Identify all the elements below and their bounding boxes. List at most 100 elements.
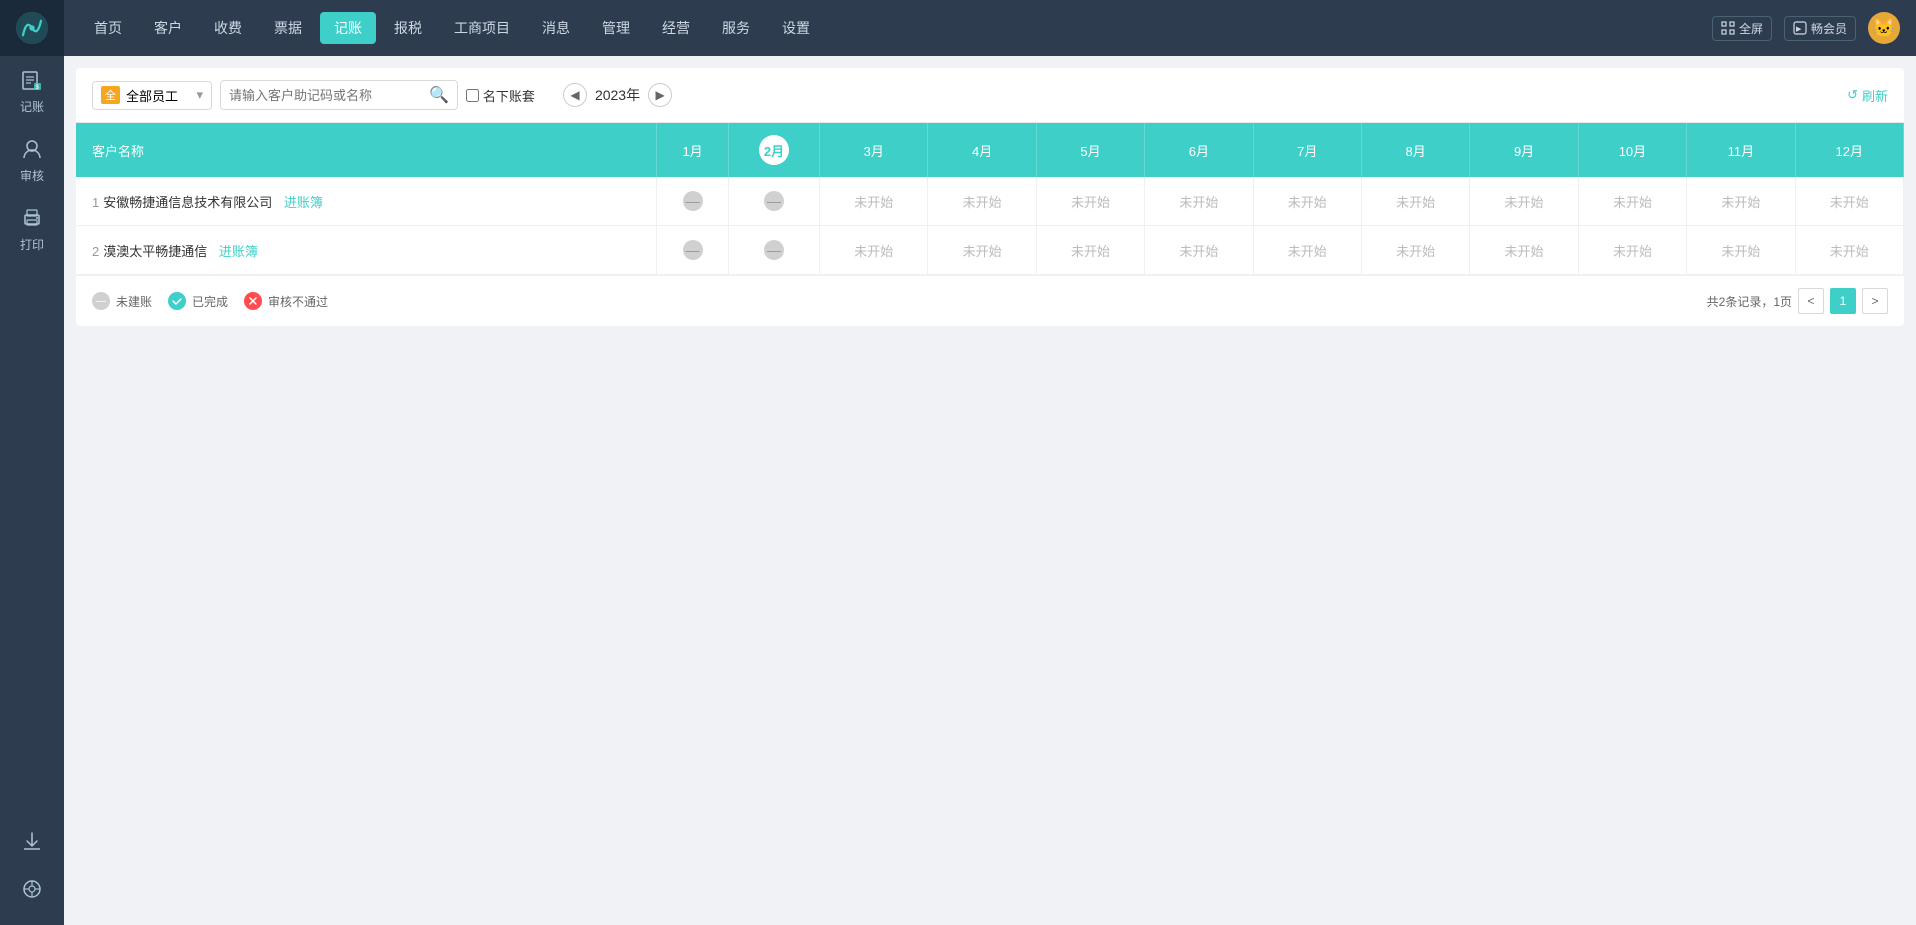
- cell-month-1: —: [657, 226, 729, 275]
- not-started-text: 未开始: [1396, 195, 1435, 210]
- col-may: 5月: [1036, 123, 1144, 177]
- sidebar-label-bookkeeping: 记账: [20, 98, 44, 115]
- sidebar-item-support[interactable]: [0, 865, 64, 913]
- employee-select[interactable]: 全 全部员工 ▾: [92, 81, 212, 110]
- employee-dropdown-icon: ▾: [196, 87, 203, 103]
- legend-completed: 已完成: [168, 292, 228, 310]
- dash-icon: —: [764, 191, 784, 211]
- nav-bookkeeping[interactable]: 记账: [320, 12, 376, 44]
- not-started-text: 未开始: [1505, 244, 1544, 259]
- not-started-text: 未开始: [1613, 195, 1652, 210]
- dash-icon: —: [764, 240, 784, 260]
- nav-operation[interactable]: 经营: [648, 12, 704, 44]
- search-button[interactable]: 🔍: [421, 81, 457, 109]
- page-1-button[interactable]: 1: [1830, 288, 1856, 314]
- legend-dot-teal: [168, 292, 186, 310]
- col-jun: 6月: [1145, 123, 1253, 177]
- cell-month-8: 未开始: [1361, 226, 1469, 275]
- cell-month-4: 未开始: [928, 226, 1036, 275]
- account-checkbox[interactable]: [466, 89, 479, 102]
- cell-month-10: 未开始: [1578, 226, 1686, 275]
- col-oct: 10月: [1578, 123, 1686, 177]
- app-logo: [0, 0, 64, 56]
- employee-label: 全部员工: [126, 86, 178, 105]
- vip-button[interactable]: ▶ 畅会员: [1784, 16, 1856, 41]
- svg-text:▶: ▶: [1796, 26, 1802, 33]
- nav-tax[interactable]: 报税: [380, 12, 436, 44]
- search-wrapper: 🔍: [220, 80, 458, 110]
- not-started-text: 未开始: [1830, 244, 1869, 259]
- year-next-button[interactable]: ▶: [648, 83, 672, 107]
- legend-dot-gray: —: [92, 292, 110, 310]
- row-num: 1: [92, 195, 99, 210]
- enter-link[interactable]: 进账簿: [215, 244, 258, 259]
- nav-home[interactable]: 首页: [80, 12, 136, 44]
- not-started-text: 未开始: [1613, 244, 1652, 259]
- refresh-button[interactable]: ↺ 刷新: [1847, 86, 1888, 105]
- not-started-text: 未开始: [1071, 244, 1110, 259]
- cell-month-9: 未开始: [1470, 177, 1578, 226]
- cell-name: 2漠澳太平畅捷通信 进账簿: [76, 226, 657, 275]
- fullscreen-button[interactable]: 全屏: [1712, 16, 1772, 41]
- prev-page-button[interactable]: <: [1798, 288, 1824, 314]
- nav-customer[interactable]: 客户: [140, 12, 196, 44]
- cell-month-3: 未开始: [820, 226, 928, 275]
- col-sep: 9月: [1470, 123, 1578, 177]
- user-avatar[interactable]: 🐱: [1868, 12, 1900, 44]
- nav-message[interactable]: 消息: [528, 12, 584, 44]
- cell-month-9: 未开始: [1470, 226, 1578, 275]
- sidebar: $ 记账 审核 打印: [0, 0, 64, 925]
- download-icon: [16, 827, 48, 855]
- not-started-text: 未开始: [963, 244, 1002, 259]
- cell-month-7: 未开始: [1253, 177, 1361, 226]
- table-row: 2漠澳太平畅捷通信 进账簿——未开始未开始未开始未开始未开始未开始未开始未开始未…: [76, 226, 1904, 275]
- cell-month-5: 未开始: [1036, 177, 1144, 226]
- nav-service[interactable]: 服务: [708, 12, 764, 44]
- sidebar-label-print: 打印: [20, 236, 44, 253]
- dash-icon: —: [683, 240, 703, 260]
- print-icon: [16, 204, 48, 232]
- legend-dot-red: [244, 292, 262, 310]
- sidebar-item-audit[interactable]: 审核: [0, 125, 64, 194]
- nav-settings[interactable]: 设置: [768, 12, 824, 44]
- sidebar-item-download[interactable]: [0, 817, 64, 865]
- enter-link[interactable]: 进账簿: [280, 195, 323, 210]
- cell-month-12: 未开始: [1795, 226, 1903, 275]
- not-started-text: 未开始: [963, 195, 1002, 210]
- pagination: 共2条记录，1页 < 1 >: [1707, 288, 1888, 314]
- nav-manage[interactable]: 管理: [588, 12, 644, 44]
- not-started-text: 未开始: [1071, 195, 1110, 210]
- refresh-icon: ↺: [1847, 87, 1858, 103]
- nav-business[interactable]: 工商项目: [440, 12, 524, 44]
- not-started-text: 未开始: [1505, 195, 1544, 210]
- legend-not-built: — 未建账: [92, 292, 152, 310]
- cell-month-6: 未开始: [1145, 226, 1253, 275]
- cell-month-8: 未开始: [1361, 177, 1469, 226]
- total-text: 共2条记录，1页: [1707, 293, 1792, 310]
- col-nov: 11月: [1687, 123, 1795, 177]
- cell-month-5: 未开始: [1036, 226, 1144, 275]
- checkbox-label[interactable]: 名下账套: [466, 86, 535, 105]
- col-feb: 2月: [729, 123, 820, 177]
- dash-icon: —: [683, 191, 703, 211]
- nav-invoice[interactable]: 票据: [260, 12, 316, 44]
- year-prev-button[interactable]: ◀: [563, 83, 587, 107]
- search-input[interactable]: [221, 83, 421, 108]
- not-started-text: 未开始: [1179, 195, 1218, 210]
- current-month-circle: 2月: [759, 135, 789, 165]
- main-wrapper: 首页 客户 收费 票据 记账 报税 工商项目 消息 管理 经营 服务 设置 全屏…: [64, 0, 1916, 925]
- next-page-button[interactable]: >: [1862, 288, 1888, 314]
- cell-month-2: —: [729, 226, 820, 275]
- audit-icon: [16, 135, 48, 163]
- cell-month-1: —: [657, 177, 729, 226]
- col-aug: 8月: [1361, 123, 1469, 177]
- sidebar-item-print[interactable]: 打印: [0, 194, 64, 263]
- bookkeeping-table: 客户名称 1月 2月 3月 4月 5月 6月: [76, 123, 1904, 275]
- nav-billing[interactable]: 收费: [200, 12, 256, 44]
- toolbar: 全 全部员工 ▾ 🔍 名下账套 ◀ 2023年 ▶: [76, 68, 1904, 123]
- cell-month-12: 未开始: [1795, 177, 1903, 226]
- sidebar-label-audit: 审核: [20, 167, 44, 184]
- customer-name: 漠澳太平畅捷通信: [103, 244, 207, 259]
- cell-name: 1安徽畅捷通信息技术有限公司 进账簿: [76, 177, 657, 226]
- sidebar-item-bookkeeping[interactable]: $ 记账: [0, 56, 64, 125]
